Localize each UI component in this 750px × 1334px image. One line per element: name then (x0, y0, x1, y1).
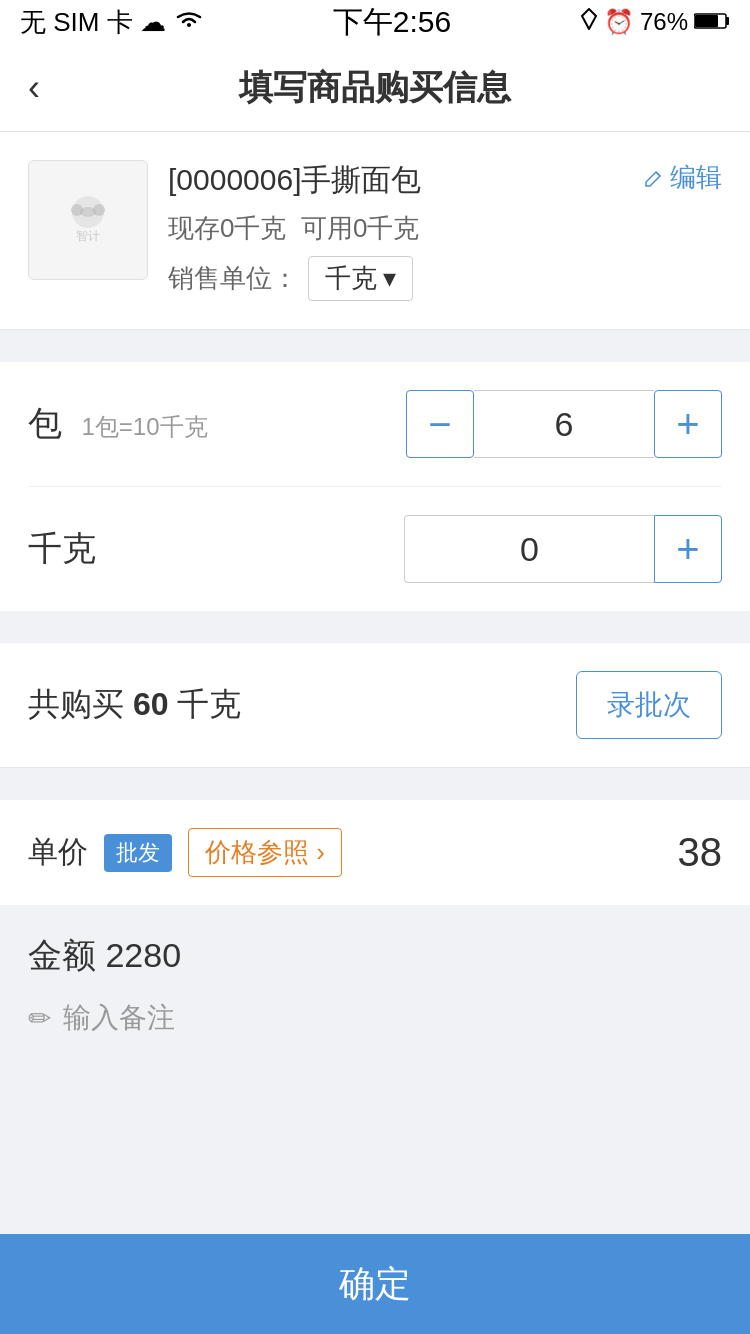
svg-point-6 (80, 207, 96, 217)
unit-select[interactable]: 千克 ▾ (308, 256, 413, 301)
alarm-icon: ⏰ (604, 8, 634, 36)
pack-qty-input[interactable] (474, 390, 654, 458)
product-name: [0000006]手撕面包 (168, 160, 421, 201)
nav-bar: ‹ 填写商品购买信息 (0, 44, 750, 132)
product-stock: 现存0千克 可用0千克 (168, 211, 722, 246)
svg-rect-2 (695, 15, 718, 27)
pack-section: 包 1包=10千克 − + 千克 + (0, 362, 750, 611)
amount-row: 金额 2280 (28, 933, 722, 979)
edit-button[interactable]: 编辑 (642, 160, 722, 195)
confirm-bar[interactable]: 确定 (0, 1234, 750, 1334)
product-section: 智计 [0000006]手撕面包 编辑 现存0千克 可用0千克 销售单位： 千克… (0, 132, 750, 330)
price-value: 38 (678, 830, 723, 875)
amount-section: 金额 2280 ✏ 输入备注 (0, 905, 750, 1065)
product-info: [0000006]手撕面包 编辑 现存0千克 可用0千克 销售单位： 千克 ▾ (168, 160, 722, 301)
battery-icon (694, 8, 730, 36)
price-tag: 批发 (104, 834, 172, 872)
dropdown-icon: ▾ (383, 263, 396, 294)
price-section: 单价 批发 价格参照 › 38 (0, 800, 750, 905)
pack-minus-btn[interactable]: − (406, 390, 474, 458)
battery-percent: 76% (640, 8, 688, 36)
confirm-text: 确定 (339, 1260, 411, 1309)
status-bar: 无 SIM 卡 ☁ 下午2:56 ⏰ 76% (0, 0, 750, 44)
pack-plus-btn[interactable]: + (654, 390, 722, 458)
pack-label: 包 1包=10千克 (28, 401, 406, 447)
status-left: 无 SIM 卡 ☁ (20, 5, 204, 40)
kg-row: 千克 + (28, 487, 722, 611)
back-button[interactable]: ‹ (28, 67, 40, 109)
svg-text:智计: 智计 (76, 229, 100, 243)
kg-qty-control: + (404, 515, 722, 583)
sep1 (0, 330, 750, 346)
status-time: 下午2:56 (333, 2, 451, 43)
svg-rect-1 (726, 17, 729, 25)
price-ref-button[interactable]: 价格参照 › (188, 828, 342, 877)
pencil-icon: ✏ (28, 1002, 51, 1035)
wifi-icon (174, 7, 204, 38)
product-image: 智计 (28, 160, 148, 280)
sep2 (0, 611, 750, 627)
sim-label: 无 SIM 卡 ☁ (20, 5, 166, 40)
amount-value: 2280 (105, 936, 181, 974)
batch-button[interactable]: 录批次 (576, 671, 722, 739)
pack-sublabel: 1包=10千克 (81, 413, 207, 440)
kg-plus-btn[interactable]: + (654, 515, 722, 583)
pack-qty-control: − + (406, 390, 722, 458)
price-label: 单价 (28, 832, 88, 873)
note-placeholder: 输入备注 (63, 999, 175, 1037)
kg-label: 千克 (28, 526, 404, 572)
product-unit-row: 销售单位： 千克 ▾ (168, 256, 722, 301)
location-icon (580, 8, 598, 36)
sep3 (0, 768, 750, 784)
pack-row: 包 1包=10千克 − + (28, 362, 722, 487)
total-section: 共购买 60 千克 录批次 (0, 643, 750, 768)
status-right: ⏰ 76% (580, 8, 730, 36)
note-row[interactable]: ✏ 输入备注 (28, 999, 722, 1037)
total-text: 共购买 60 千克 (28, 683, 241, 727)
page-title: 填写商品购买信息 (239, 65, 511, 111)
kg-qty-input[interactable] (404, 515, 654, 583)
